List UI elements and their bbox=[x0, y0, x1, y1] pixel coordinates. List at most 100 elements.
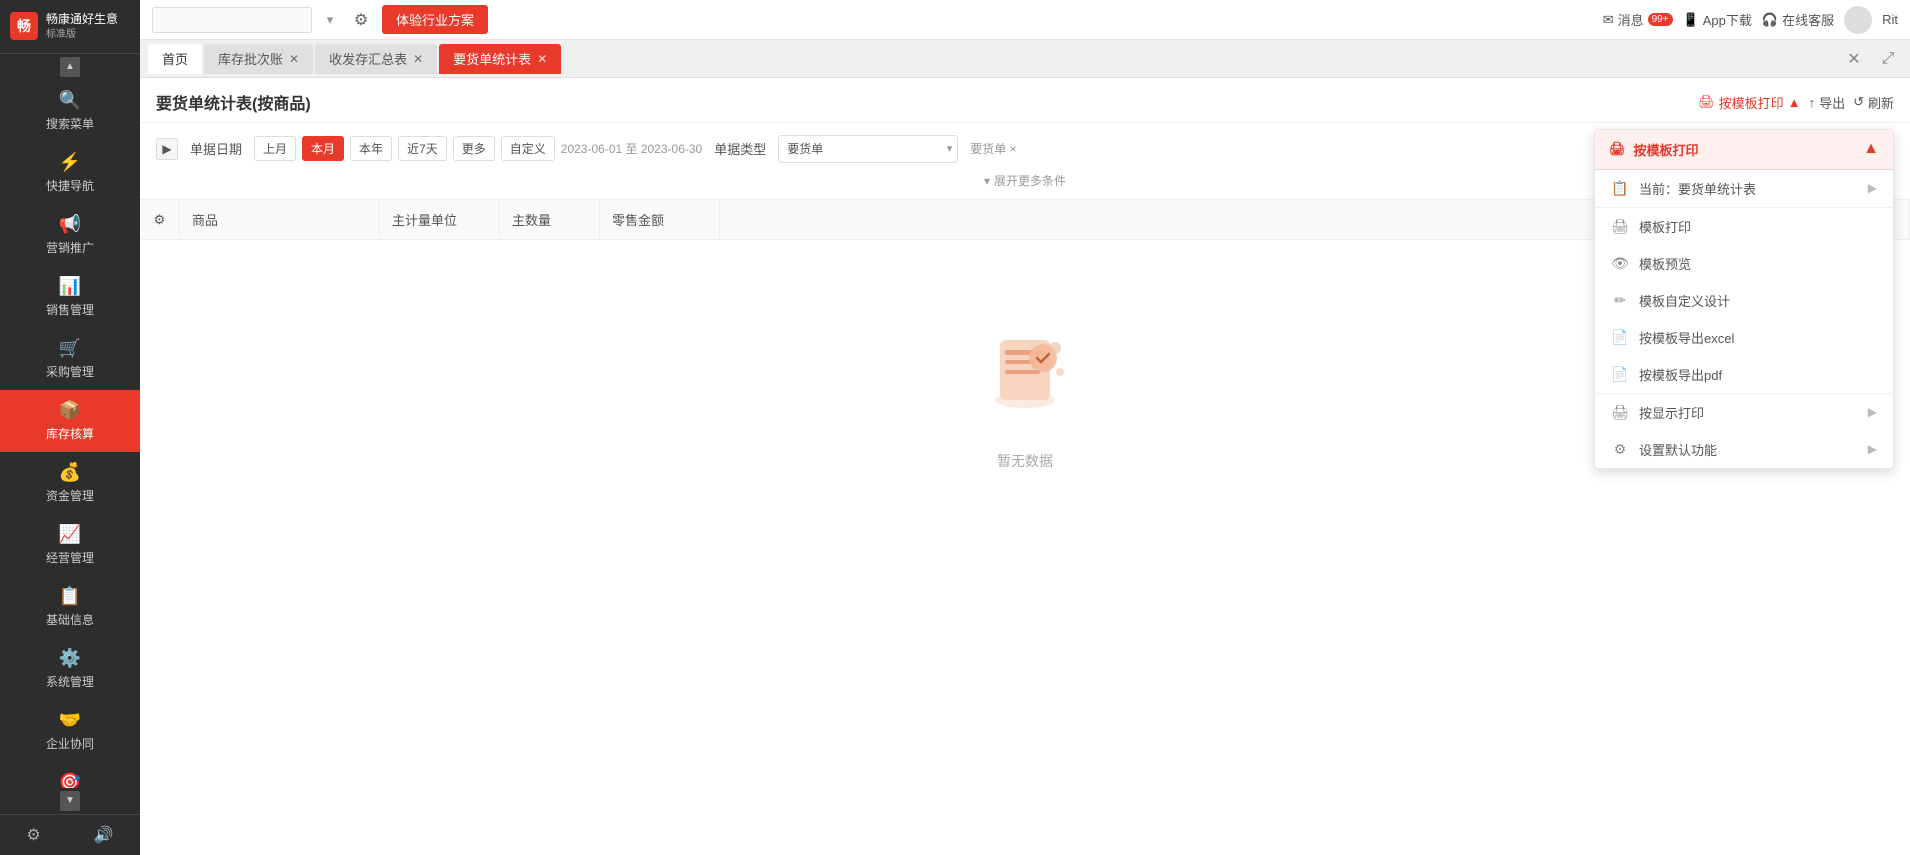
display-print-icon: 🖨 bbox=[1611, 404, 1629, 421]
tab-order-stat[interactable]: 要货单统计表 ✕ bbox=[439, 44, 561, 74]
sidebar-item-label: 企业协同 bbox=[46, 735, 94, 752]
system-icon: ⚙️ bbox=[59, 648, 81, 669]
sidebar-item-label: 营销推广 bbox=[46, 239, 94, 256]
sidebar-item-purchase[interactable]: 🛒 采购管理 bbox=[0, 328, 140, 390]
messages-btn[interactable]: ✉ 消息 99+ bbox=[1603, 10, 1673, 29]
dropdown-item-template-excel[interactable]: 📄 按模板导出excel bbox=[1595, 319, 1893, 356]
current-template-item[interactable]: 📋 当前：要货单统计表 ▶ bbox=[1595, 170, 1893, 207]
order-type-label: 单据类型 bbox=[714, 139, 766, 158]
sidebar-logo: 畅 畅康通好生意 标准版 bbox=[0, 0, 140, 54]
avatar[interactable] bbox=[1844, 6, 1872, 34]
date-btn-prev[interactable]: 上月 bbox=[254, 136, 296, 161]
dropdown-collapse-icon[interactable]: ▲ bbox=[1863, 140, 1879, 158]
app-edition: 标准版 bbox=[46, 28, 118, 41]
purchase-icon: 🛒 bbox=[59, 338, 81, 359]
username-label[interactable]: Rit bbox=[1882, 12, 1898, 27]
search-input[interactable] bbox=[152, 7, 312, 33]
date-btn-current[interactable]: 本月 bbox=[302, 136, 344, 161]
col-settings[interactable]: ⚙ bbox=[140, 200, 180, 239]
empty-illustration bbox=[975, 320, 1075, 439]
date-btn-7days[interactable]: 近7天 bbox=[398, 136, 447, 161]
gear-icon[interactable]: ⚙ bbox=[348, 7, 374, 33]
sidebar-item-marketing[interactable]: 📢 营销推广 bbox=[0, 204, 140, 266]
col-goods-label: 商品 bbox=[192, 213, 218, 228]
tab-order-stat-close[interactable]: ✕ bbox=[537, 52, 547, 66]
sidebar-item-label: 销售管理 bbox=[46, 301, 94, 318]
empty-text: 暂无数据 bbox=[997, 451, 1053, 471]
window-expand-btn[interactable]: ⤢ bbox=[1874, 45, 1902, 73]
date-btn-more[interactable]: 更多 bbox=[453, 136, 495, 161]
topbar: ▾ ⚙ 体验行业方案 ✉ 消息 99+ 📱 App下载 🎧 在线客服 Rit bbox=[140, 0, 1910, 40]
sidebar-item-shortcut[interactable]: ⚡ 快捷导航 bbox=[0, 142, 140, 204]
search-dropdown-btn[interactable]: ▾ bbox=[320, 7, 340, 33]
set-default-item[interactable]: ⚙ 设置默认功能 ▶ bbox=[1595, 431, 1893, 468]
shortcut-icon: ⚡ bbox=[59, 152, 81, 173]
tab-batch-close[interactable]: ✕ bbox=[289, 52, 299, 66]
date-btn-year[interactable]: 本年 bbox=[350, 136, 392, 161]
sidebar-item-newbie[interactable]: 🎯 新手引导 bbox=[0, 762, 140, 788]
sidebar-item-enterprise[interactable]: 🤝 企业协同 bbox=[0, 700, 140, 762]
finance-icon: 💰 bbox=[59, 462, 81, 483]
template-print-dropdown: 🖨 按模板打印 ▲ 📋 当前：要货单统计表 ▶ 🖨 模板打印 bbox=[1594, 129, 1894, 469]
refresh-btn[interactable]: ↺ 刷新 bbox=[1853, 93, 1894, 112]
tab-collect-close[interactable]: ✕ bbox=[413, 52, 423, 66]
sidebar-item-basic[interactable]: 📋 基础信息 bbox=[0, 576, 140, 638]
pdf-icon: 📄 bbox=[1611, 366, 1629, 383]
settings-bottom-icon[interactable]: ⚙ bbox=[26, 825, 40, 845]
app-download-btn[interactable]: 📱 App下载 bbox=[1683, 10, 1752, 29]
display-print-arrow-icon: ▶ bbox=[1868, 405, 1877, 419]
basic-icon: 📋 bbox=[59, 586, 81, 607]
tabbar: 首页 库存批次账 ✕ 收发存汇总表 ✕ 要货单统计表 ✕ ✕ ⤢ bbox=[140, 40, 1910, 78]
excel-icon: 📄 bbox=[1611, 329, 1629, 346]
sidebar-scroll-down[interactable]: ▼ bbox=[0, 788, 140, 814]
sidebar-item-operation[interactable]: 📈 经营管理 bbox=[0, 514, 140, 576]
template-print-btn[interactable]: 🖨 按模板打印 ▲ bbox=[1698, 93, 1800, 112]
dropdown-item-template-pdf[interactable]: 📄 按模板导出pdf bbox=[1595, 356, 1893, 393]
sidebar-item-label: 快捷导航 bbox=[46, 177, 94, 194]
set-default-arrow-icon: ▶ bbox=[1868, 442, 1877, 456]
current-template-label: 当前：要货单统计表 bbox=[1639, 179, 1756, 198]
dropdown-item-label: 按模板导出pdf bbox=[1639, 365, 1722, 384]
sidebar-item-label: 库存核算 bbox=[46, 425, 94, 442]
speaker-bottom-icon[interactable]: 🔊 bbox=[94, 825, 114, 845]
date-btn-custom[interactable]: 自定义 bbox=[501, 136, 555, 161]
sidebar-item-search[interactable]: 🔍 搜索菜单 bbox=[0, 80, 140, 142]
page-header: 要货单统计表(按商品) 🖨 按模板打印 ▲ ↑ 导出 ↺ 刷新 🖨 按模 bbox=[140, 78, 1910, 123]
service-btn[interactable]: 🎧 在线客服 bbox=[1762, 10, 1834, 29]
dropdown-header[interactable]: 🖨 按模板打印 ▲ bbox=[1595, 130, 1893, 170]
sidebar-item-label: 经营管理 bbox=[46, 549, 94, 566]
sidebar-item-sales[interactable]: 📊 销售管理 bbox=[0, 266, 140, 328]
sidebar-item-inventory[interactable]: 📦 库存核算 bbox=[0, 390, 140, 452]
msg-label: 消息 bbox=[1618, 10, 1644, 29]
sidebar-item-system[interactable]: ⚙️ 系统管理 bbox=[0, 638, 140, 700]
display-print-item[interactable]: 🖨 按显示打印 ▶ bbox=[1595, 394, 1893, 431]
window-btns: ✕ ⤢ bbox=[1840, 45, 1902, 73]
sales-icon: 📊 bbox=[59, 276, 81, 297]
expand-label: 展开更多条件 bbox=[994, 172, 1066, 189]
dropdown-item-template-custom[interactable]: ✏ 模板自定义设计 bbox=[1595, 282, 1893, 319]
message-icon: ✉ bbox=[1603, 12, 1614, 28]
printer-header-icon: 🖨 bbox=[1609, 141, 1626, 157]
tab-batch[interactable]: 库存批次账 ✕ bbox=[204, 44, 313, 74]
window-close-btn[interactable]: ✕ bbox=[1840, 45, 1868, 73]
sidebar-scroll-up[interactable]: ▲ bbox=[0, 54, 140, 80]
export-btn[interactable]: ↑ 导出 bbox=[1809, 93, 1846, 112]
col-qty-label: 主数量 bbox=[512, 213, 551, 228]
chevron-down-icon: ▾ bbox=[984, 174, 990, 188]
trial-btn[interactable]: 体验行业方案 bbox=[382, 5, 488, 34]
sidebar-item-finance[interactable]: 💰 资金管理 bbox=[0, 452, 140, 514]
order-type-select[interactable]: 要货单 bbox=[778, 135, 958, 163]
operation-icon: 📈 bbox=[59, 524, 81, 545]
dropdown-item-template-print[interactable]: 🖨 模板打印 bbox=[1595, 208, 1893, 245]
newbie-icon: 🎯 bbox=[59, 772, 81, 788]
expand-toggle[interactable]: ▾ 展开更多条件 bbox=[984, 172, 1066, 189]
col-goods: 商品 bbox=[180, 200, 380, 239]
tab-collect[interactable]: 收发存汇总表 ✕ bbox=[315, 44, 437, 74]
col-amount: 零售金额 bbox=[600, 200, 720, 239]
dropdown-item-template-preview[interactable]: 👁 模板预览 bbox=[1595, 245, 1893, 282]
sidebar-nav: 🔍 搜索菜单 ⚡ 快捷导航 📢 营销推广 📊 销售管理 🛒 采购管理 📦 库存核… bbox=[0, 80, 140, 788]
refresh-icon: ↺ bbox=[1853, 94, 1864, 110]
tab-home[interactable]: 首页 bbox=[148, 44, 202, 74]
filter-collapse-btn[interactable]: ▶ bbox=[156, 138, 178, 160]
set-default-label: 设置默认功能 bbox=[1639, 440, 1717, 459]
